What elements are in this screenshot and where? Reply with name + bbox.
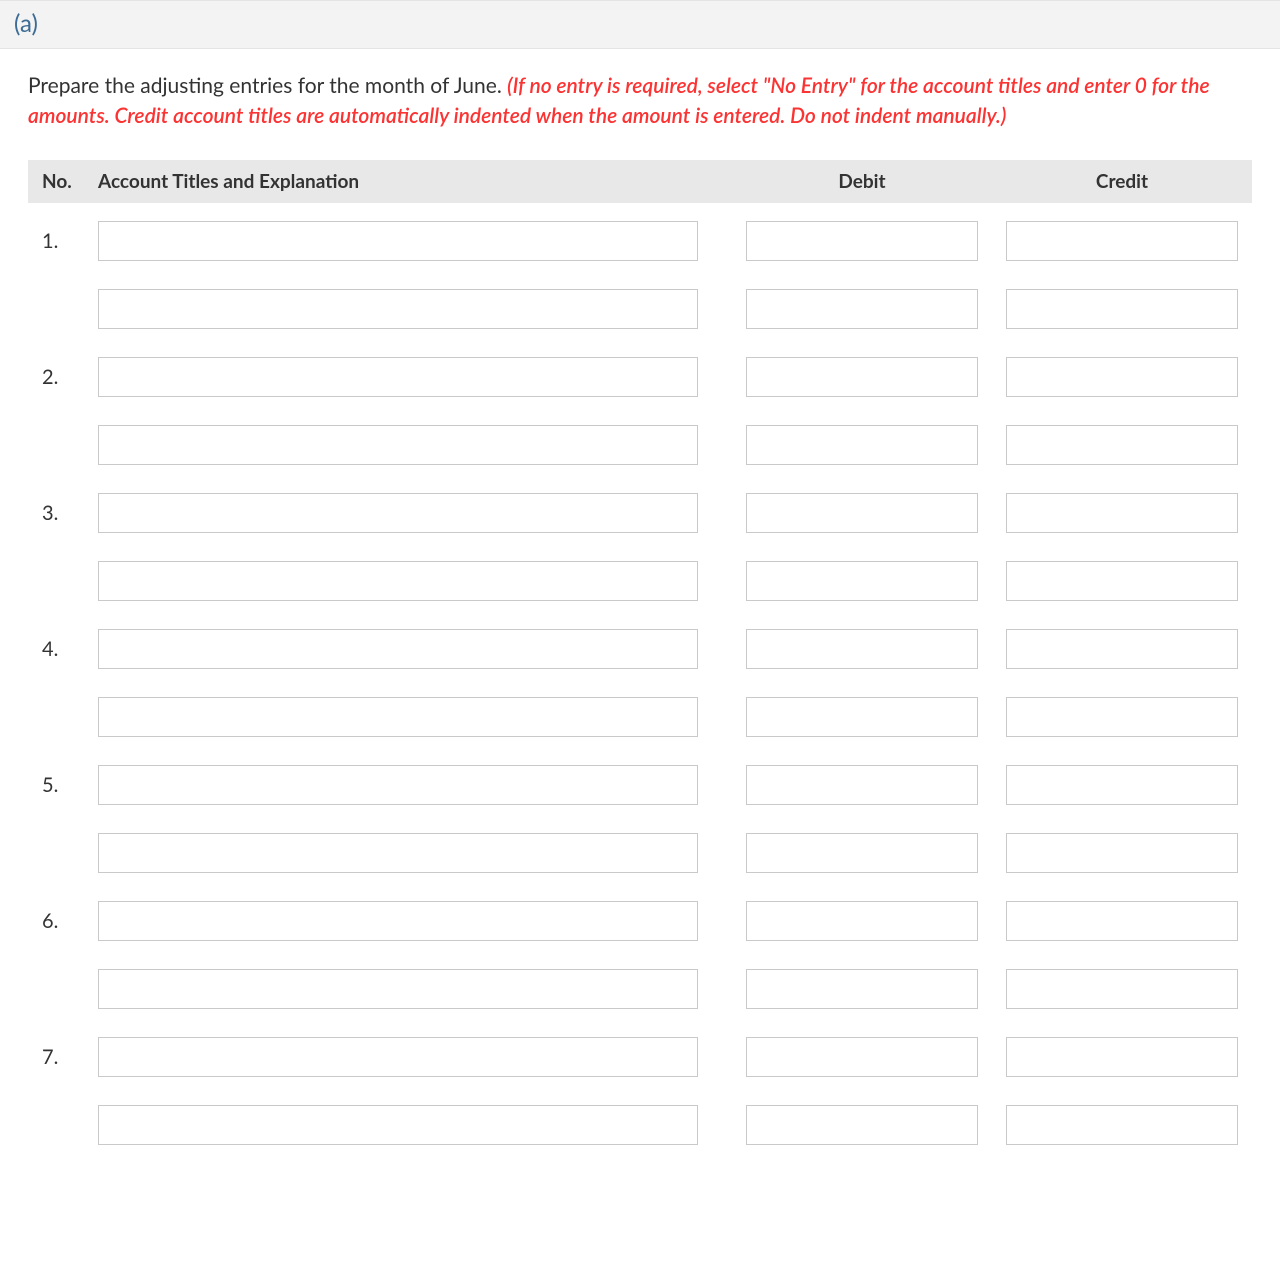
- account-title-input[interactable]: [98, 357, 698, 397]
- debit-input[interactable]: [746, 901, 978, 941]
- credit-input[interactable]: [1006, 697, 1238, 737]
- credit-input[interactable]: [1006, 357, 1238, 397]
- entry-number: 5.: [28, 773, 98, 797]
- journal-entry: 3.: [28, 493, 1252, 601]
- debit-input[interactable]: [746, 765, 978, 805]
- credit-input[interactable]: [1006, 833, 1238, 873]
- credit-input[interactable]: [1006, 289, 1238, 329]
- question-content: Prepare the adjusting entries for the mo…: [0, 49, 1280, 1203]
- instructions: Prepare the adjusting entries for the mo…: [28, 71, 1252, 132]
- journal-line: [28, 561, 1252, 601]
- debit-input[interactable]: [746, 833, 978, 873]
- account-title-input[interactable]: [98, 629, 698, 669]
- column-header-credit: Credit: [992, 170, 1252, 193]
- credit-input[interactable]: [1006, 221, 1238, 261]
- journal-line: 1.: [28, 221, 1252, 261]
- credit-input[interactable]: [1006, 493, 1238, 533]
- journal-line: [28, 833, 1252, 873]
- column-header-account: Account Titles and Explanation: [98, 170, 732, 193]
- journal-line: [28, 969, 1252, 1009]
- debit-input[interactable]: [746, 221, 978, 261]
- journal-entry: 2.: [28, 357, 1252, 465]
- instruction-plain: Prepare the adjusting entries for the mo…: [28, 73, 507, 98]
- account-title-input[interactable]: [98, 425, 698, 465]
- journal-entry: 7.: [28, 1037, 1252, 1145]
- journal-table-header: No. Account Titles and Explanation Debit…: [28, 160, 1252, 203]
- credit-input[interactable]: [1006, 969, 1238, 1009]
- account-title-input[interactable]: [98, 765, 698, 805]
- credit-input[interactable]: [1006, 1037, 1238, 1077]
- journal-line: [28, 289, 1252, 329]
- debit-input[interactable]: [746, 425, 978, 465]
- journal-line: 4.: [28, 629, 1252, 669]
- debit-input[interactable]: [746, 697, 978, 737]
- journal-line: 7.: [28, 1037, 1252, 1077]
- debit-input[interactable]: [746, 357, 978, 397]
- account-title-input[interactable]: [98, 493, 698, 533]
- credit-input[interactable]: [1006, 561, 1238, 601]
- credit-input[interactable]: [1006, 425, 1238, 465]
- account-title-input[interactable]: [98, 561, 698, 601]
- account-title-input[interactable]: [98, 969, 698, 1009]
- part-label: (a): [0, 0, 1280, 49]
- credit-input[interactable]: [1006, 901, 1238, 941]
- account-title-input[interactable]: [98, 1105, 698, 1145]
- entry-number: 4.: [28, 637, 98, 661]
- debit-input[interactable]: [746, 1037, 978, 1077]
- journal-line: [28, 1105, 1252, 1145]
- journal-line: 2.: [28, 357, 1252, 397]
- debit-input[interactable]: [746, 493, 978, 533]
- entry-number: 7.: [28, 1045, 98, 1069]
- entry-number: 1.: [28, 229, 98, 253]
- account-title-input[interactable]: [98, 697, 698, 737]
- journal-line: 3.: [28, 493, 1252, 533]
- debit-input[interactable]: [746, 969, 978, 1009]
- account-title-input[interactable]: [98, 1037, 698, 1077]
- credit-input[interactable]: [1006, 629, 1238, 669]
- entry-number: 3.: [28, 501, 98, 525]
- journal-table: No. Account Titles and Explanation Debit…: [28, 160, 1252, 1145]
- debit-input[interactable]: [746, 1105, 978, 1145]
- journal-entry: 4.: [28, 629, 1252, 737]
- debit-input[interactable]: [746, 561, 978, 601]
- credit-input[interactable]: [1006, 765, 1238, 805]
- account-title-input[interactable]: [98, 289, 698, 329]
- entry-number: 2.: [28, 365, 98, 389]
- journal-line: [28, 425, 1252, 465]
- journal-entry: 6.: [28, 901, 1252, 1009]
- debit-input[interactable]: [746, 289, 978, 329]
- journal-entry: 1.: [28, 221, 1252, 329]
- journal-line: 5.: [28, 765, 1252, 805]
- journal-line: [28, 697, 1252, 737]
- journal-entry: 5.: [28, 765, 1252, 873]
- entry-number: 6.: [28, 909, 98, 933]
- column-header-no: No.: [28, 170, 98, 193]
- account-title-input[interactable]: [98, 901, 698, 941]
- debit-input[interactable]: [746, 629, 978, 669]
- account-title-input[interactable]: [98, 833, 698, 873]
- column-header-debit: Debit: [732, 170, 992, 193]
- account-title-input[interactable]: [98, 221, 698, 261]
- credit-input[interactable]: [1006, 1105, 1238, 1145]
- journal-line: 6.: [28, 901, 1252, 941]
